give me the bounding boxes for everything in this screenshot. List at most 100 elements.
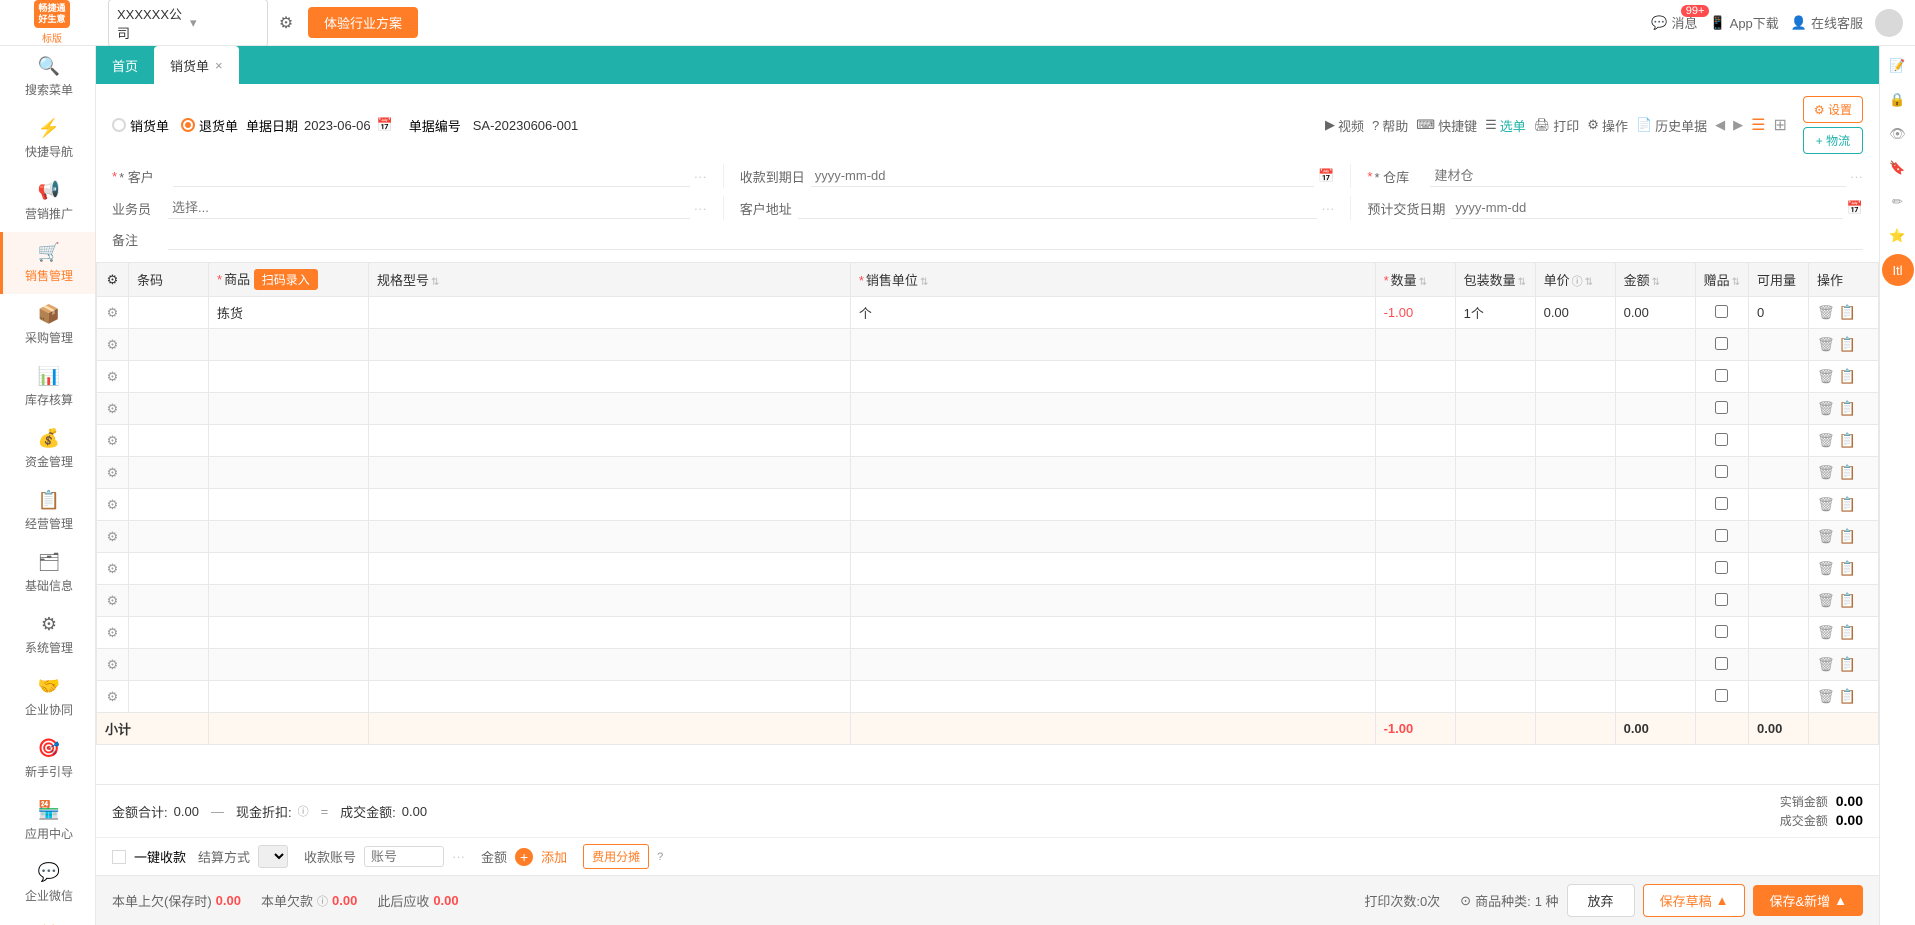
row-settings[interactable]: ⚙ [97, 553, 129, 585]
row-amount[interactable] [1615, 457, 1695, 489]
row-product[interactable]: 拣货 [209, 297, 369, 329]
gift-checkbox[interactable] [1715, 689, 1728, 702]
row-pkg-qty[interactable] [1455, 681, 1535, 713]
customer-dots-icon[interactable]: ··· [694, 169, 707, 184]
row-spec[interactable] [369, 585, 851, 617]
row-barcode[interactable] [129, 585, 209, 617]
row-barcode[interactable] [129, 681, 209, 713]
copy-icon[interactable]: 📋 [1839, 528, 1856, 545]
row-gift[interactable] [1695, 553, 1748, 585]
help-tool[interactable]: ? 帮助 [1372, 116, 1408, 135]
salesperson-input[interactable] [168, 197, 690, 219]
delete-icon[interactable]: 🗑 [1817, 464, 1835, 481]
row-price[interactable] [1535, 329, 1615, 361]
row-pkg-qty[interactable] [1455, 649, 1535, 681]
row-pkg-qty[interactable] [1455, 361, 1535, 393]
sidebar-item-system[interactable]: ⚙ 系统管理 [0, 604, 95, 666]
row-pkg-qty[interactable] [1455, 329, 1535, 361]
copy-icon[interactable]: 📋 [1839, 592, 1856, 609]
gift-checkbox[interactable] [1715, 593, 1728, 606]
address-input[interactable] [798, 197, 1318, 219]
remark-input[interactable] [168, 228, 1863, 250]
row-settings[interactable]: ⚙ [97, 649, 129, 681]
copy-icon[interactable]: 📋 [1839, 688, 1856, 705]
row-amount[interactable] [1615, 489, 1695, 521]
row-price[interactable] [1535, 585, 1615, 617]
row-product[interactable] [209, 553, 369, 585]
flow-button[interactable]: + 物流 [1803, 127, 1863, 154]
nav-prev-icon[interactable]: ◀ [1715, 117, 1725, 133]
gift-checkbox[interactable] [1715, 465, 1728, 478]
row-settings[interactable]: ⚙ [97, 585, 129, 617]
row-amount[interactable] [1615, 425, 1695, 457]
gift-checkbox[interactable] [1715, 305, 1728, 318]
row-settings[interactable]: ⚙ [97, 617, 129, 649]
row-amount[interactable] [1615, 361, 1695, 393]
row-spec[interactable] [369, 297, 851, 329]
payment-method-select[interactable] [258, 845, 288, 868]
row-product[interactable] [209, 329, 369, 361]
sidebar-item-wechat[interactable]: 💬 企业微信 [0, 852, 95, 914]
delivery-calendar-icon[interactable]: 📅 [1847, 200, 1863, 216]
copy-icon[interactable]: 📋 [1839, 368, 1856, 385]
gift-checkbox[interactable] [1715, 401, 1728, 414]
row-amount[interactable] [1615, 585, 1695, 617]
row-unit[interactable] [850, 649, 1375, 681]
row-settings[interactable]: ⚙ [97, 393, 129, 425]
row-unit[interactable] [850, 681, 1375, 713]
delivery-input[interactable] [1451, 197, 1842, 219]
tab-sales-order[interactable]: 销货单 × [154, 46, 239, 84]
avatar[interactable] [1875, 9, 1903, 37]
row-amount[interactable] [1615, 393, 1695, 425]
row-amount[interactable] [1615, 617, 1695, 649]
expense-button[interactable]: 费用分摊 [583, 844, 649, 869]
row-pkg-qty[interactable] [1455, 617, 1535, 649]
right-panel-notes[interactable]: 📝 [1882, 50, 1914, 82]
row-barcode[interactable] [129, 361, 209, 393]
row-spec[interactable] [369, 521, 851, 553]
sidebar-item-member[interactable]: 👑 畅会员 [0, 914, 95, 925]
copy-icon[interactable]: 📋 [1839, 432, 1856, 449]
row-qty[interactable] [1375, 425, 1455, 457]
row-spec[interactable] [369, 425, 851, 457]
row-spec[interactable] [369, 681, 851, 713]
gift-checkbox[interactable] [1715, 369, 1728, 382]
add-circle-icon[interactable]: + [515, 848, 533, 866]
gift-checkbox[interactable] [1715, 497, 1728, 510]
row-gift[interactable] [1695, 329, 1748, 361]
row-gift[interactable] [1695, 361, 1748, 393]
row-gift[interactable] [1695, 681, 1748, 713]
row-product[interactable] [209, 361, 369, 393]
delete-icon[interactable]: 🗑 [1817, 304, 1835, 321]
view-list-icon[interactable]: ☰ [1751, 115, 1765, 135]
row-amount[interactable]: 0.00 [1615, 297, 1695, 329]
gift-checkbox[interactable] [1715, 657, 1728, 670]
row-price[interactable] [1535, 425, 1615, 457]
date-calendar-icon[interactable]: 📅 [377, 117, 393, 133]
row-barcode[interactable] [129, 297, 209, 329]
right-panel-edit[interactable]: ✏ [1882, 186, 1914, 218]
row-qty[interactable]: -1.00 [1375, 297, 1455, 329]
copy-icon[interactable]: 📋 [1839, 560, 1856, 577]
row-barcode[interactable] [129, 649, 209, 681]
sidebar-item-collab[interactable]: 🤝 企业协同 [0, 666, 95, 728]
row-settings[interactable]: ⚙ [97, 681, 129, 713]
gift-checkbox[interactable] [1715, 561, 1728, 574]
sidebar-item-finance[interactable]: 💰 资金管理 [0, 418, 95, 480]
delete-icon[interactable]: 🗑 [1817, 432, 1835, 449]
delete-icon[interactable]: 🗑 [1817, 528, 1835, 545]
row-price[interactable] [1535, 393, 1615, 425]
row-unit[interactable] [850, 329, 1375, 361]
row-gift[interactable] [1695, 425, 1748, 457]
video-tool[interactable]: ▶ 视频 [1325, 116, 1364, 135]
row-barcode[interactable] [129, 393, 209, 425]
sidebar-item-operation[interactable]: 📋 经营管理 [0, 480, 95, 542]
row-qty[interactable] [1375, 553, 1455, 585]
row-settings[interactable]: ⚙ [97, 521, 129, 553]
delete-icon[interactable]: 🗑 [1817, 592, 1835, 609]
row-unit[interactable] [850, 425, 1375, 457]
row-settings[interactable]: ⚙ [97, 489, 129, 521]
sidebar-item-base-info[interactable]: 🗂 基础信息 [0, 542, 95, 604]
row-product[interactable] [209, 489, 369, 521]
row-spec[interactable] [369, 457, 851, 489]
